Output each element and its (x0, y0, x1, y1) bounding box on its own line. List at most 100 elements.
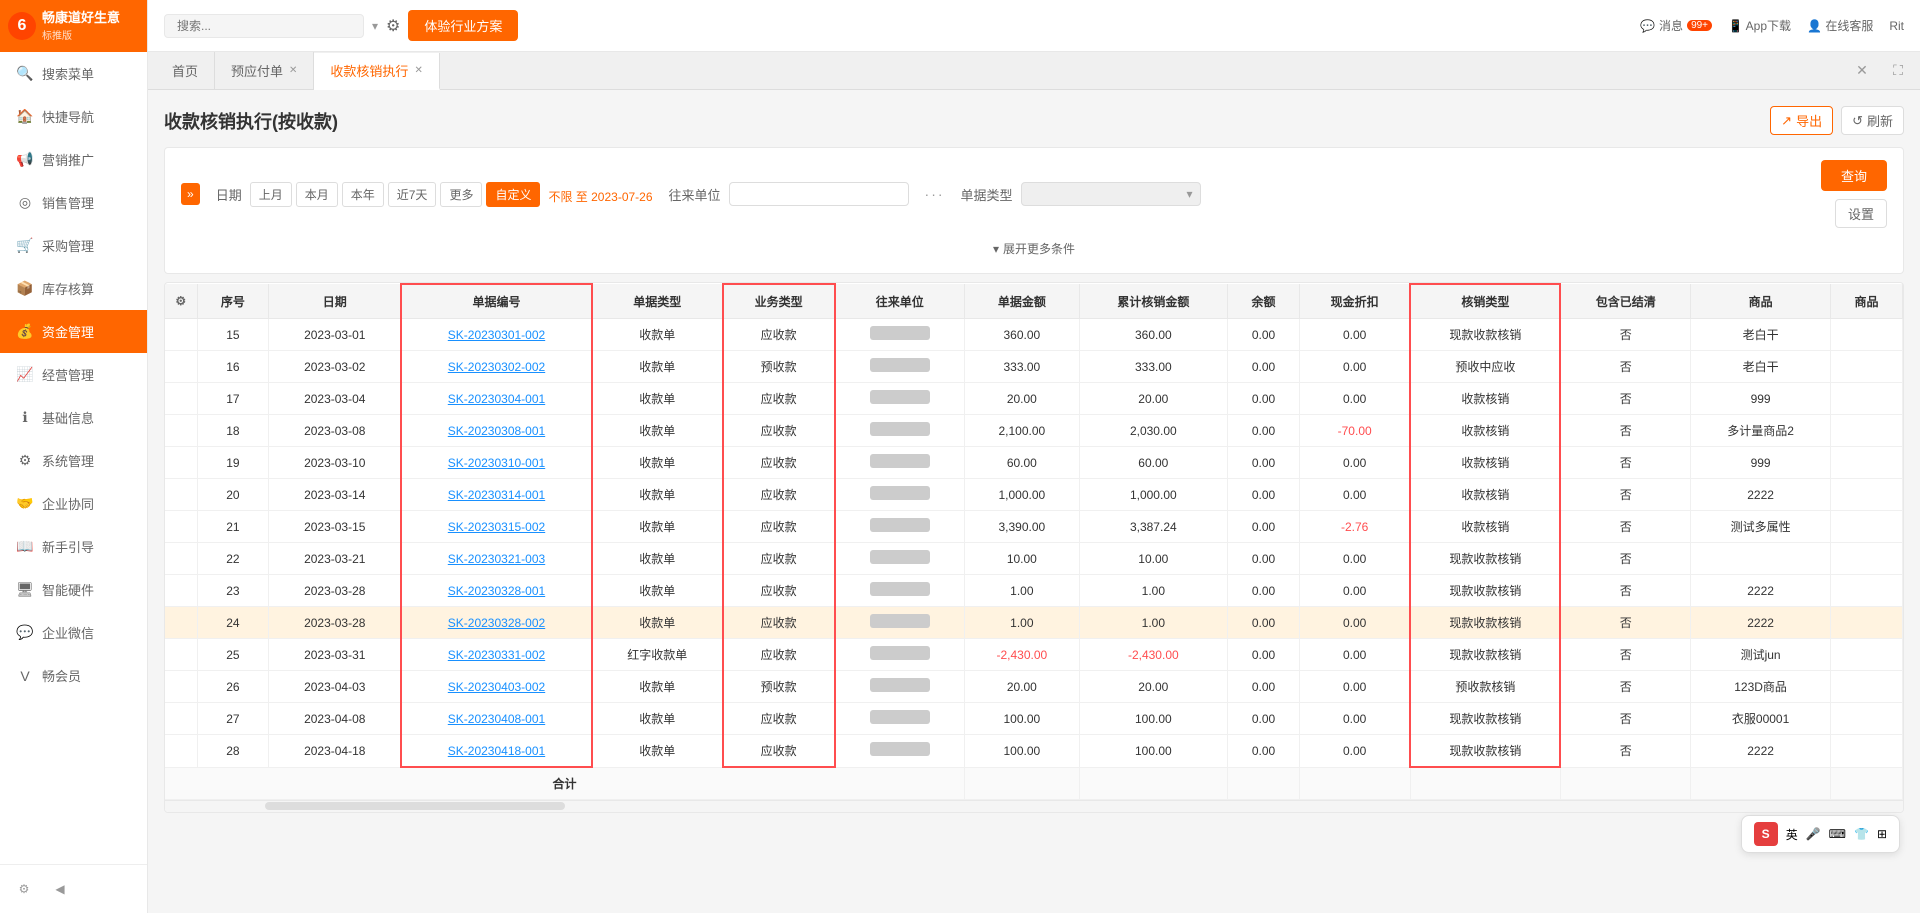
cell-doc-no[interactable]: SK-20230308-001 (401, 415, 592, 447)
sidebar-item-purchase-label: 采购管理 (42, 236, 94, 255)
cell-doc-no[interactable]: SK-20230328-001 (401, 575, 592, 607)
messages-badge: 99+ (1687, 20, 1712, 31)
data-table: ⚙ 序号 日期 单据编号 单据类型 业务类型 往来单位 单据金额 累计核销金额 … (165, 283, 1903, 800)
th-amount: 单据金额 (965, 284, 1079, 319)
tab-payable-close[interactable]: ✕ (289, 65, 297, 76)
user-profile-btn[interactable]: Rit (1889, 19, 1904, 33)
cell-amount: 20.00 (965, 671, 1079, 703)
sidebar-item-marketing[interactable]: 📢 营销推广 (0, 138, 147, 181)
app-download-btn[interactable]: 📱 App下载 (1728, 17, 1791, 34)
topbar-gear-icon[interactable]: ⚙ (386, 16, 400, 36)
tab-collection-close[interactable]: ✕ (414, 65, 422, 76)
sidebar-item-quicknav[interactable]: 🏠 快捷导航 (0, 95, 147, 138)
cell-doc-type: 收款单 (592, 607, 723, 639)
cell-settings (165, 703, 197, 735)
cell-doc-no[interactable]: SK-20230403-002 (401, 671, 592, 703)
tab-maximize-btn[interactable]: ⛶ (1884, 57, 1912, 85)
cell-doc-no[interactable]: SK-20230314-001 (401, 479, 592, 511)
tab-close-all-btn[interactable]: ✕ (1848, 57, 1876, 85)
sidebar-collapse-btn[interactable]: ◀ (46, 875, 74, 903)
date-btn-this-year[interactable]: 本年 (342, 182, 384, 207)
cell-doc-type: 收款单 (592, 735, 723, 768)
date-btn-this-month[interactable]: 本月 (296, 182, 338, 207)
date-btn-more[interactable]: 更多 (440, 182, 482, 207)
cell-goods2 (1831, 639, 1903, 671)
sidebar-bottom: ⚙ ◀ (0, 864, 147, 913)
tab-collection[interactable]: 收款核销执行 ✕ (314, 53, 439, 90)
cell-biz-type: 应收款 (723, 415, 835, 447)
sidebar-item-basic[interactable]: ℹ 基础信息 (0, 396, 147, 439)
cell-date: 2023-04-08 (269, 703, 401, 735)
cell-cancel-type: 现款收款核销 (1410, 543, 1560, 575)
cell-doc-no[interactable]: SK-20230301-002 (401, 319, 592, 351)
online-service-btn[interactable]: 👤 在线客服 (1807, 17, 1873, 34)
cell-doc-type: 收款单 (592, 383, 723, 415)
cell-doc-no[interactable]: SK-20230408-001 (401, 703, 592, 735)
sidebar-item-sales[interactable]: ◎ 销售管理 (0, 181, 147, 224)
cell-doc-no[interactable]: SK-20230315-002 (401, 511, 592, 543)
cell-date: 2023-03-21 (269, 543, 401, 575)
filter-settings-btn[interactable]: 设置 (1835, 199, 1887, 228)
sidebar-item-guide[interactable]: 📖 新手引导 (0, 525, 147, 568)
cell-doc-no[interactable]: SK-20230321-003 (401, 543, 592, 575)
sidebar-item-operations[interactable]: 📈 经营管理 (0, 353, 147, 396)
cell-doc-no[interactable]: SK-20230418-001 (401, 735, 592, 768)
topbar-dropdown-arrow[interactable]: ▾ (372, 19, 378, 33)
sidebar-item-finance[interactable]: 💰 资金管理 (0, 310, 147, 353)
ime-keyboard-icon[interactable]: ⌨ (1829, 827, 1846, 841)
table-row: 20 2023-03-14 SK-20230314-001 收款单 应收款 1,… (165, 479, 1903, 511)
sidebar-item-inventory[interactable]: 📦 库存核算 (0, 267, 147, 310)
expand-more-btn[interactable]: ▾ 展开更多条件 (993, 236, 1075, 261)
cell-doc-no[interactable]: SK-20230328-002 (401, 607, 592, 639)
ime-grid-icon[interactable]: ⊞ (1877, 827, 1887, 841)
sidebar-item-sales-label: 销售管理 (42, 193, 94, 212)
date-btn-7days[interactable]: 近7天 (388, 182, 437, 207)
partner-input[interactable] (729, 182, 909, 206)
cell-doc-no[interactable]: SK-20230331-002 (401, 639, 592, 671)
topbar-search-input[interactable] (164, 14, 364, 38)
sidebar-item-system[interactable]: ⚙ 系统管理 (0, 439, 147, 482)
export-button[interactable]: ↗ 导出 (1770, 106, 1833, 135)
cell-doc-no[interactable]: SK-20230302-002 (401, 351, 592, 383)
cell-no: 16 (197, 351, 269, 383)
sidebar-item-collab[interactable]: 🤝 企业协同 (0, 482, 147, 525)
scroll-thumb[interactable] (265, 802, 565, 810)
cell-date: 2023-03-10 (269, 447, 401, 479)
cell-date: 2023-04-18 (269, 735, 401, 768)
refresh-button[interactable]: ↺ 刷新 (1841, 106, 1904, 135)
sidebar-item-member[interactable]: V 畅会员 (0, 654, 147, 697)
ime-shirt-icon[interactable]: 👕 (1854, 827, 1869, 841)
cell-balance: 0.00 (1228, 447, 1300, 479)
topbar: ▾ ⚙ 体验行业方案 💬 消息 99+ 📱 App下载 👤 在线客服 Rit (148, 0, 1920, 52)
solution-button[interactable]: 体验行业方案 (408, 10, 518, 41)
topbar-left: ▾ ⚙ 体验行业方案 (164, 10, 1628, 41)
cell-partner (835, 351, 965, 383)
ime-mode-label[interactable]: 英 (1786, 826, 1798, 843)
sidebar-item-search[interactable]: 🔍 搜索菜单 (0, 52, 147, 95)
th-settings[interactable]: ⚙ (165, 284, 197, 319)
cell-cancel-type: 现款收款核销 (1410, 703, 1560, 735)
cell-doc-no[interactable]: SK-20230304-001 (401, 383, 592, 415)
tab-payable[interactable]: 预应付单 ✕ (215, 52, 314, 89)
date-btn-last-month[interactable]: 上月 (250, 182, 292, 207)
messages-btn[interactable]: 💬 消息 99+ (1640, 17, 1712, 34)
cell-goods: 衣服00001 (1691, 703, 1831, 735)
horizontal-scrollbar[interactable] (165, 800, 1903, 812)
sidebar-item-wechat[interactable]: 💬 企业微信 (0, 611, 147, 654)
query-button[interactable]: 查询 (1821, 160, 1887, 191)
total-accumulated (1079, 767, 1227, 800)
sidebar-item-purchase[interactable]: 🛒 采购管理 (0, 224, 147, 267)
filter-more-icon[interactable]: ··· (925, 186, 945, 202)
cell-goods2 (1831, 511, 1903, 543)
ime-mic-icon[interactable]: 🎤 (1806, 827, 1821, 841)
tab-home[interactable]: 首页 (156, 52, 215, 89)
sidebar-item-hardware[interactable]: 🖥 智能硬件 (0, 568, 147, 611)
filter-expand-btn[interactable]: » (181, 183, 200, 205)
cell-doc-no[interactable]: SK-20230310-001 (401, 447, 592, 479)
cell-partner (835, 319, 965, 351)
marketing-icon: 📢 (16, 151, 34, 169)
sidebar-settings-btn[interactable]: ⚙ (10, 875, 38, 903)
doc-type-select[interactable] (1021, 182, 1201, 206)
date-btn-custom[interactable]: 自定义 (486, 182, 540, 207)
cell-discount: -70.00 (1299, 415, 1410, 447)
